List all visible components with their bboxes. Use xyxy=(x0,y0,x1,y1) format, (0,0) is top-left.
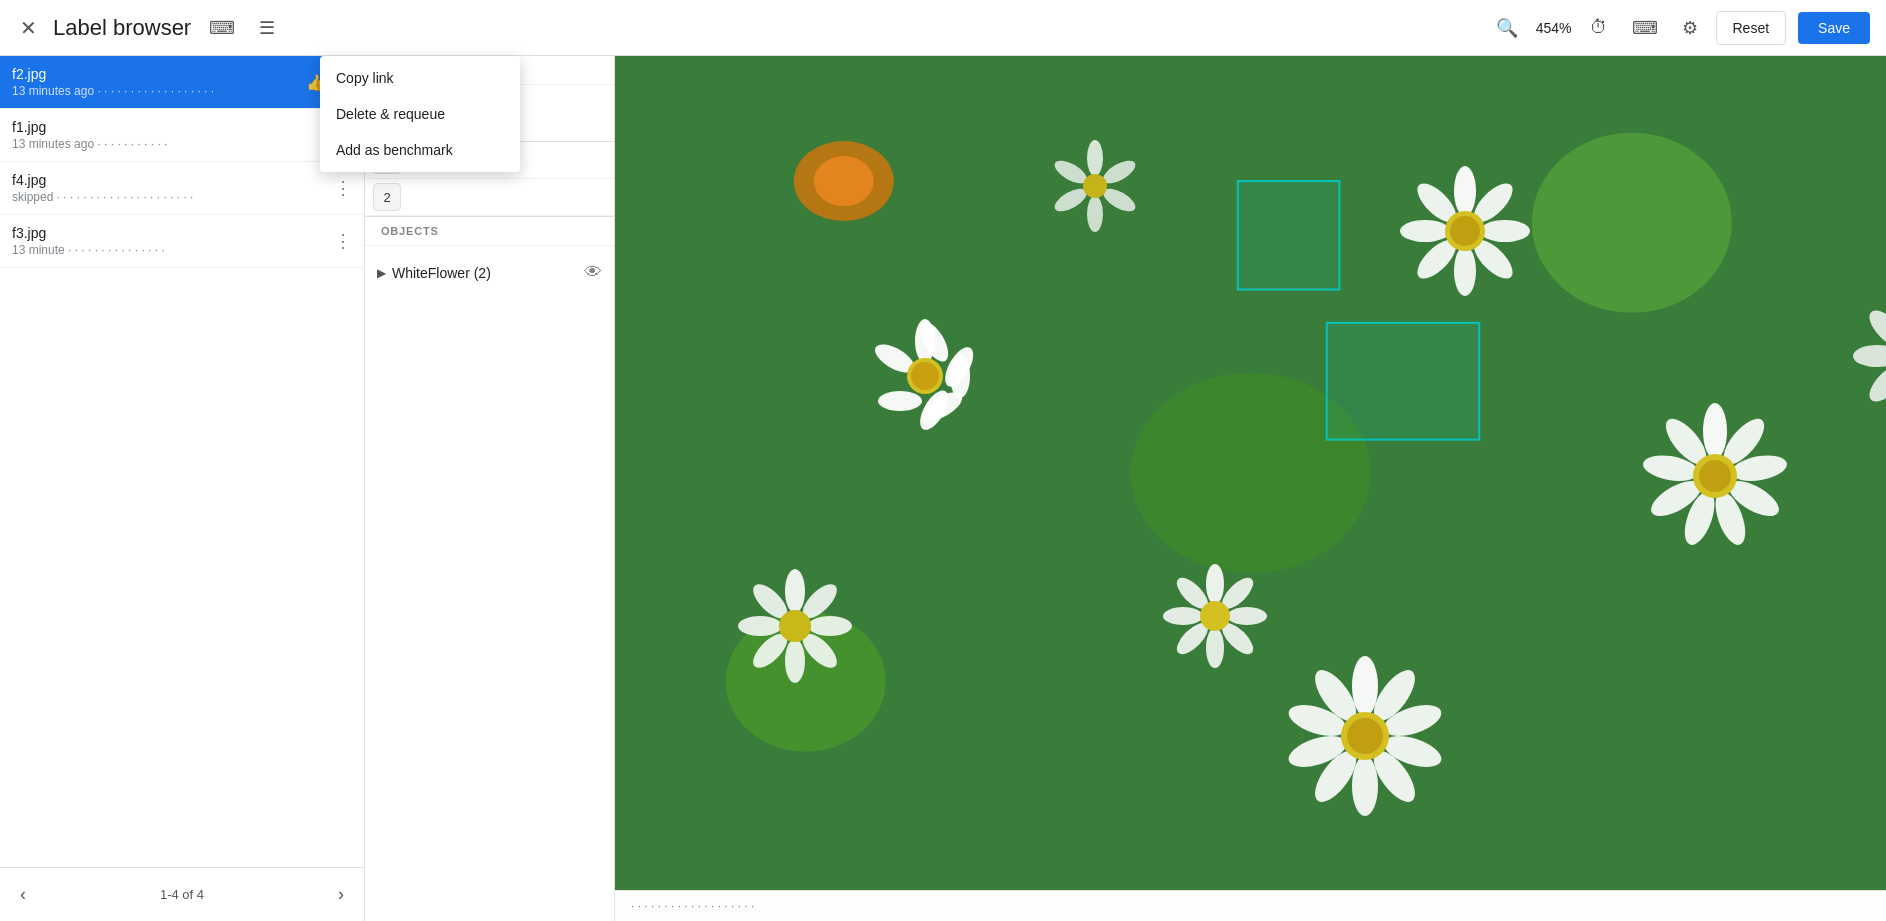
save-button[interactable]: Save xyxy=(1798,12,1870,44)
sidebar-item-meta-f4: skipped · · · · · · · · · · · · · · · · … xyxy=(12,190,352,204)
sidebar-item-meta-f3: 13 minute · · · · · · · · · · · · · · · xyxy=(12,243,352,257)
sidebar-item-name-f2: f2.jpg xyxy=(12,66,352,82)
sidebar: f2.jpg 13 minutes ago · · · · · · · · · … xyxy=(0,56,365,921)
svg-point-9 xyxy=(878,391,922,411)
svg-point-18 xyxy=(1480,220,1530,242)
sidebar-item-f4[interactable]: f4.jpg skipped · · · · · · · · · · · · ·… xyxy=(0,162,364,215)
image-canvas xyxy=(615,56,1886,890)
main-layout: f2.jpg 13 minutes ago · · · · · · · · · … xyxy=(0,56,1886,921)
context-menu-copy-link[interactable]: Copy link xyxy=(320,60,520,96)
svg-point-66 xyxy=(1347,718,1383,754)
svg-point-43 xyxy=(1163,607,1203,625)
context-menu-delete-requeue[interactable]: Delete & requeue xyxy=(320,96,520,132)
svg-point-70 xyxy=(1087,196,1103,232)
image-footer: · · · · · · · · · · · · · · · · · · · xyxy=(615,890,1886,921)
svg-point-16 xyxy=(1454,166,1476,216)
sidebar-item-meta-f2: 13 minutes ago · · · · · · · · · · · · ·… xyxy=(12,84,352,98)
sidebar-item-f2[interactable]: f2.jpg 13 minutes ago · · · · · · · · · … xyxy=(0,56,364,109)
timer-icon-button[interactable]: ⏱ xyxy=(1584,11,1614,44)
context-menu: Copy link Delete & requeue Add as benchm… xyxy=(320,56,520,172)
svg-point-46 xyxy=(785,569,805,613)
svg-point-52 xyxy=(738,616,782,636)
svg-point-60 xyxy=(1352,756,1378,816)
more-options-button-f3[interactable]: ⋮ xyxy=(330,228,356,254)
reset-button[interactable]: Reset xyxy=(1716,11,1787,45)
svg-point-55 xyxy=(1352,656,1378,716)
svg-point-41 xyxy=(1206,628,1224,668)
context-menu-add-benchmark[interactable]: Add as benchmark xyxy=(320,132,520,168)
svg-point-20 xyxy=(1454,246,1476,296)
image-area: · · · · · · · · · · · · · · · · · · · xyxy=(615,56,1886,921)
settings-button[interactable]: ⚙ xyxy=(1676,11,1704,45)
svg-point-22 xyxy=(1400,220,1450,242)
prev-page-button[interactable]: ‹ xyxy=(12,880,34,909)
header-right: 🔍 454% ⏱ ⌨ ⚙ Reset Save xyxy=(1490,11,1870,45)
expand-arrow-icon: ▶ xyxy=(377,266,386,280)
svg-point-45 xyxy=(1200,601,1230,631)
image-footer-text: · · · · · · · · · · · · · · · · · · · xyxy=(631,899,754,913)
svg-point-50 xyxy=(785,639,805,683)
svg-point-2 xyxy=(1532,133,1732,313)
svg-point-48 xyxy=(808,616,852,636)
close-button[interactable]: ✕ xyxy=(16,12,41,44)
header-left: ✕ Label browser ⌨ ☰ xyxy=(16,11,281,45)
svg-point-73 xyxy=(1083,174,1107,198)
next-page-button[interactable]: › xyxy=(330,880,352,909)
zoom-out-button[interactable]: 🔍 xyxy=(1490,11,1524,45)
svg-point-37 xyxy=(1206,564,1224,604)
keyboard-icon-button[interactable]: ⌨ xyxy=(203,11,241,45)
sidebar-item-name-f4: f4.jpg xyxy=(12,172,352,188)
sidebar-list: f2.jpg 13 minutes ago · · · · · · · · · … xyxy=(0,56,364,867)
menu-icon-button[interactable]: ☰ xyxy=(253,11,281,45)
more-options-button-f4[interactable]: ⋮ xyxy=(330,175,356,201)
daisy-image xyxy=(615,56,1886,890)
svg-point-26 xyxy=(1703,403,1727,459)
svg-point-67 xyxy=(1087,140,1103,176)
sidebar-item-name-f3: f3.jpg xyxy=(12,225,352,241)
page-info: 1-4 of 4 xyxy=(160,887,204,902)
item-actions-f4: ⋮ xyxy=(330,175,356,201)
item-actions-f3: ⋮ xyxy=(330,228,356,254)
bbox-2 xyxy=(1327,323,1480,440)
top-header: ✕ Label browser ⌨ ☰ 🔍 454% ⏱ ⌨ ⚙ Reset S… xyxy=(0,0,1886,56)
sidebar-item-name-f1: f1.jpg xyxy=(12,119,352,135)
svg-point-12 xyxy=(950,354,970,398)
svg-point-39 xyxy=(1227,607,1267,625)
zoom-level: 454% xyxy=(1536,20,1572,36)
sidebar-footer: ‹ 1-4 of 4 › xyxy=(0,867,364,921)
middle-panel: TOOLS □ ⧉ 1 2 OBJECTS ▶ WhiteFlower (2) … xyxy=(365,56,615,921)
bbox-1 xyxy=(1238,181,1340,289)
objects-section: ▶ WhiteFlower (2) 👁 xyxy=(365,246,614,299)
svg-point-25 xyxy=(1450,216,1480,246)
object-label-whiteflower: WhiteFlower (2) xyxy=(392,265,491,281)
object-item-whiteflower: ▶ WhiteFlower (2) 👁 xyxy=(373,254,606,291)
sidebar-item-f1[interactable]: f1.jpg 13 minutes ago · · · · · · · · · … xyxy=(0,109,364,162)
sidebar-item-meta-f1: 13 minutes ago · · · · · · · · · · · xyxy=(12,137,352,151)
svg-point-54 xyxy=(779,610,811,642)
svg-point-36 xyxy=(1699,460,1731,492)
object-item-left: ▶ WhiteFlower (2) xyxy=(377,265,491,281)
visibility-toggle-button[interactable]: 👁 xyxy=(584,262,602,283)
app-title: Label browser xyxy=(53,15,191,41)
svg-point-15 xyxy=(911,362,939,390)
daisy-svg xyxy=(615,56,1886,890)
label-row-2: 2 xyxy=(365,179,614,216)
objects-section-header: OBJECTS xyxy=(365,217,614,246)
label-number-2: 2 xyxy=(373,183,401,211)
keyboard-shortcut-button[interactable]: ⌨ xyxy=(1626,11,1664,45)
svg-point-5 xyxy=(814,156,874,206)
sidebar-item-f3[interactable]: f3.jpg 13 minute · · · · · · · · · · · ·… xyxy=(0,215,364,268)
